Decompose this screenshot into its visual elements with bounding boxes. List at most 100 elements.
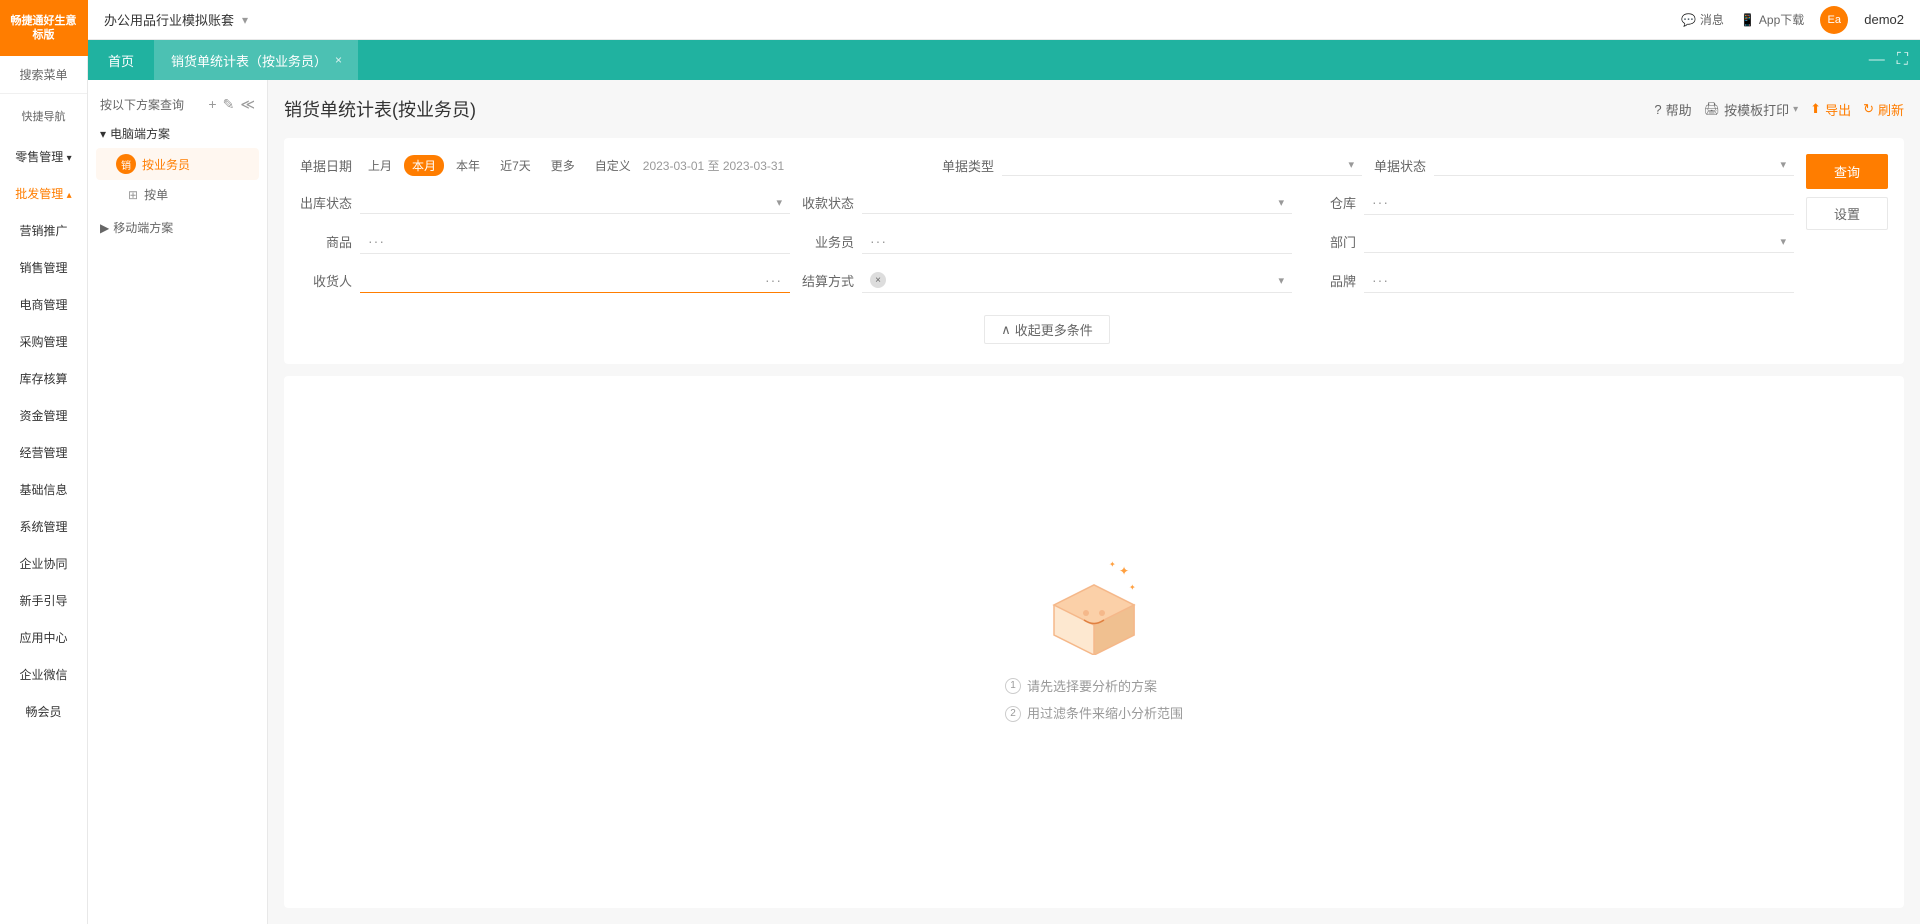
brand-select[interactable]: ···: [1364, 268, 1794, 293]
warehouse-select[interactable]: ···: [1364, 190, 1794, 215]
settle-select[interactable]: × ▾: [862, 268, 1292, 293]
mobile-scheme-group[interactable]: ▶ 移动端方案: [88, 213, 267, 242]
tab-close-icon[interactable]: ×: [335, 53, 342, 67]
filter-settle: 结算方式 × ▾: [802, 268, 1292, 293]
help-button[interactable]: ? 帮助: [1654, 100, 1691, 119]
tab-minimize-icon[interactable]: —: [1865, 47, 1889, 73]
goods-dots-icon: ···: [368, 233, 385, 249]
settle-clear-icon[interactable]: ×: [870, 272, 886, 288]
add-scheme-icon[interactable]: +: [208, 96, 216, 113]
filter-goods: 商品 ···: [300, 229, 790, 254]
export-button[interactable]: ⬆ 导出: [1810, 100, 1851, 119]
export-icon: ⬆: [1810, 101, 1821, 117]
desktop-scheme-header[interactable]: ▾ 电脑端方案: [96, 119, 259, 148]
print-arrow-icon: ▾: [1793, 104, 1798, 115]
sidebar: 畅捷通好生意 标版 搜索菜单 快捷导航 零售管理 ▾ 批发管理 ▴ 营销推广 销…: [0, 0, 88, 924]
salesman-dots-icon: ···: [870, 233, 887, 249]
scheme-dot: 销: [116, 154, 136, 174]
sidebar-item-member[interactable]: 畅会员: [0, 693, 87, 730]
doctype-label: 单据类型: [942, 156, 994, 175]
brand-dots-icon: ···: [1372, 272, 1389, 288]
receiptstatus-label: 收款状态: [802, 193, 854, 212]
receiptstatus-select[interactable]: ▾: [862, 192, 1292, 214]
outstatus-label: 出库状态: [300, 193, 352, 212]
sidebar-item-collab[interactable]: 企业协同: [0, 545, 87, 582]
sidebar-item-appcenter[interactable]: 应用中心: [0, 619, 87, 656]
date-btn-7days[interactable]: 近7天: [492, 155, 539, 176]
topbar-left: 办公用品行业模拟账套 ▾: [104, 10, 248, 29]
date-range-display: 2023-03-01 至 2023-03-31: [643, 157, 784, 174]
collapse-button[interactable]: ∧ 收起更多条件: [984, 315, 1110, 344]
scheme-item-by-salesman[interactable]: 销 按业务员: [96, 148, 259, 180]
sidebar-item-system[interactable]: 系统管理: [0, 508, 87, 545]
sub-item-icon: ⊞: [128, 188, 138, 202]
sidebar-item-quicknav[interactable]: 快捷导航: [0, 102, 87, 130]
date-btn-lastmonth[interactable]: 上月: [360, 155, 400, 176]
filter-row-1: 单据日期 上月 本月 本年 近7天 更多 自定义 2023-03-01 至 20…: [300, 154, 1794, 176]
receiver-dots-icon: ···: [765, 272, 782, 288]
sidebar-item-basics[interactable]: 基础信息: [0, 471, 87, 508]
salesman-select[interactable]: ···: [862, 229, 1292, 254]
filter-area: 单据日期 上月 本月 本年 近7天 更多 自定义 2023-03-01 至 20…: [284, 138, 1904, 364]
docstatus-arrow-icon: ▾: [1780, 158, 1786, 171]
message-button[interactable]: 💬 消息: [1681, 11, 1724, 28]
date-btn-thisyear[interactable]: 本年: [448, 155, 488, 176]
tab-home[interactable]: 首页: [88, 40, 155, 80]
sidebar-item-retail[interactable]: 零售管理 ▾: [0, 138, 87, 175]
department-select[interactable]: ▾: [1364, 231, 1794, 253]
outstatus-select[interactable]: ▾: [360, 192, 790, 214]
desktop-scheme-group: ▾ 电脑端方案 销 按业务员 ⊞ 按单: [88, 119, 267, 209]
refresh-button[interactable]: ↻ 刷新: [1863, 100, 1904, 119]
tab-maximize-icon[interactable]: ⛶: [1893, 47, 1912, 73]
page-title: 销货单统计表(按业务员): [284, 96, 476, 122]
docstatus-select[interactable]: ▾: [1434, 154, 1794, 176]
sidebar-item-operations[interactable]: 经营管理: [0, 434, 87, 471]
app-download-button[interactable]: 📱 App下载: [1740, 11, 1804, 28]
refresh-icon: ↻: [1863, 101, 1874, 117]
query-button[interactable]: 查询: [1806, 154, 1888, 189]
sidebar-item-inventory[interactable]: 库存核算: [0, 360, 87, 397]
date-btn-custom[interactable]: 自定义: [587, 155, 639, 176]
goods-select[interactable]: ···: [360, 229, 790, 254]
date-btn-more[interactable]: 更多: [543, 155, 583, 176]
sidebar-item-finance[interactable]: 资金管理: [0, 397, 87, 434]
sidebar-item-search[interactable]: 搜索菜单: [0, 56, 87, 94]
goods-label: 商品: [300, 232, 352, 251]
sidebar-item-purchase[interactable]: 采购管理: [0, 323, 87, 360]
filter-date: 单据日期 上月 本月 本年 近7天 更多 自定义 2023-03-01 至 20…: [300, 155, 930, 176]
date-label: 单据日期: [300, 156, 352, 175]
svg-text:✦: ✦: [1119, 564, 1129, 578]
topbar-right: 💬 消息 📱 App下载 Ea demo2: [1681, 6, 1904, 34]
department-label: 部门: [1304, 232, 1356, 251]
sidebar-item-wholesale[interactable]: 批发管理 ▴: [0, 175, 87, 212]
scheme-sub-item-by-order[interactable]: ⊞ 按单: [96, 180, 259, 209]
step-num-2: 2: [1005, 706, 1021, 722]
edit-scheme-icon[interactable]: ✎: [223, 96, 235, 113]
logo-text: 畅捷通好生意: [11, 14, 77, 28]
print-button[interactable]: 🖨 按模板打印 ▾: [1704, 100, 1799, 119]
sidebar-item-marketing[interactable]: 营销推广: [0, 212, 87, 249]
workspace-dropdown-icon[interactable]: ▾: [242, 13, 248, 27]
filter-row-3: 商品 ··· 业务员: [300, 229, 1794, 254]
sidebar-item-newbie[interactable]: 新手引导: [0, 582, 87, 619]
warehouse-dots-icon: ···: [1372, 194, 1389, 210]
setting-button[interactable]: 设置: [1806, 197, 1888, 230]
sidebar-item-wechat[interactable]: 企业微信: [0, 656, 87, 693]
page-header: 销货单统计表(按业务员) ? 帮助 🖨 按模板打印 ▾ ⬆ 导出: [284, 96, 1904, 122]
date-btn-thismonth[interactable]: 本月: [404, 155, 444, 176]
sidebar-item-sales[interactable]: 销售管理: [0, 249, 87, 286]
user-name[interactable]: demo2: [1864, 12, 1904, 27]
avatar[interactable]: Ea: [1820, 6, 1848, 34]
tab-active[interactable]: 销货单统计表（按业务员） ×: [155, 40, 358, 80]
tabbar-actions: — ⛶: [1865, 47, 1920, 73]
app-logo[interactable]: 畅捷通好生意 标版: [0, 0, 88, 56]
sidebar-item-ecommerce[interactable]: 电商管理: [0, 286, 87, 323]
svg-text:✦: ✦: [1129, 583, 1136, 592]
receiver-input[interactable]: ···: [360, 268, 790, 293]
doctype-select[interactable]: ▾: [1002, 154, 1362, 176]
collapse-panel-icon[interactable]: ≪: [240, 96, 255, 113]
dept-arrow-icon: ▾: [1780, 235, 1786, 248]
empty-text: 1 请先选择要分析的方案 2 用过滤条件来缩小分析范围: [1005, 675, 1183, 730]
filter-row-2: 出库状态 ▾ 收款状态: [300, 190, 1794, 215]
doctype-arrow-icon: ▾: [1348, 158, 1354, 171]
